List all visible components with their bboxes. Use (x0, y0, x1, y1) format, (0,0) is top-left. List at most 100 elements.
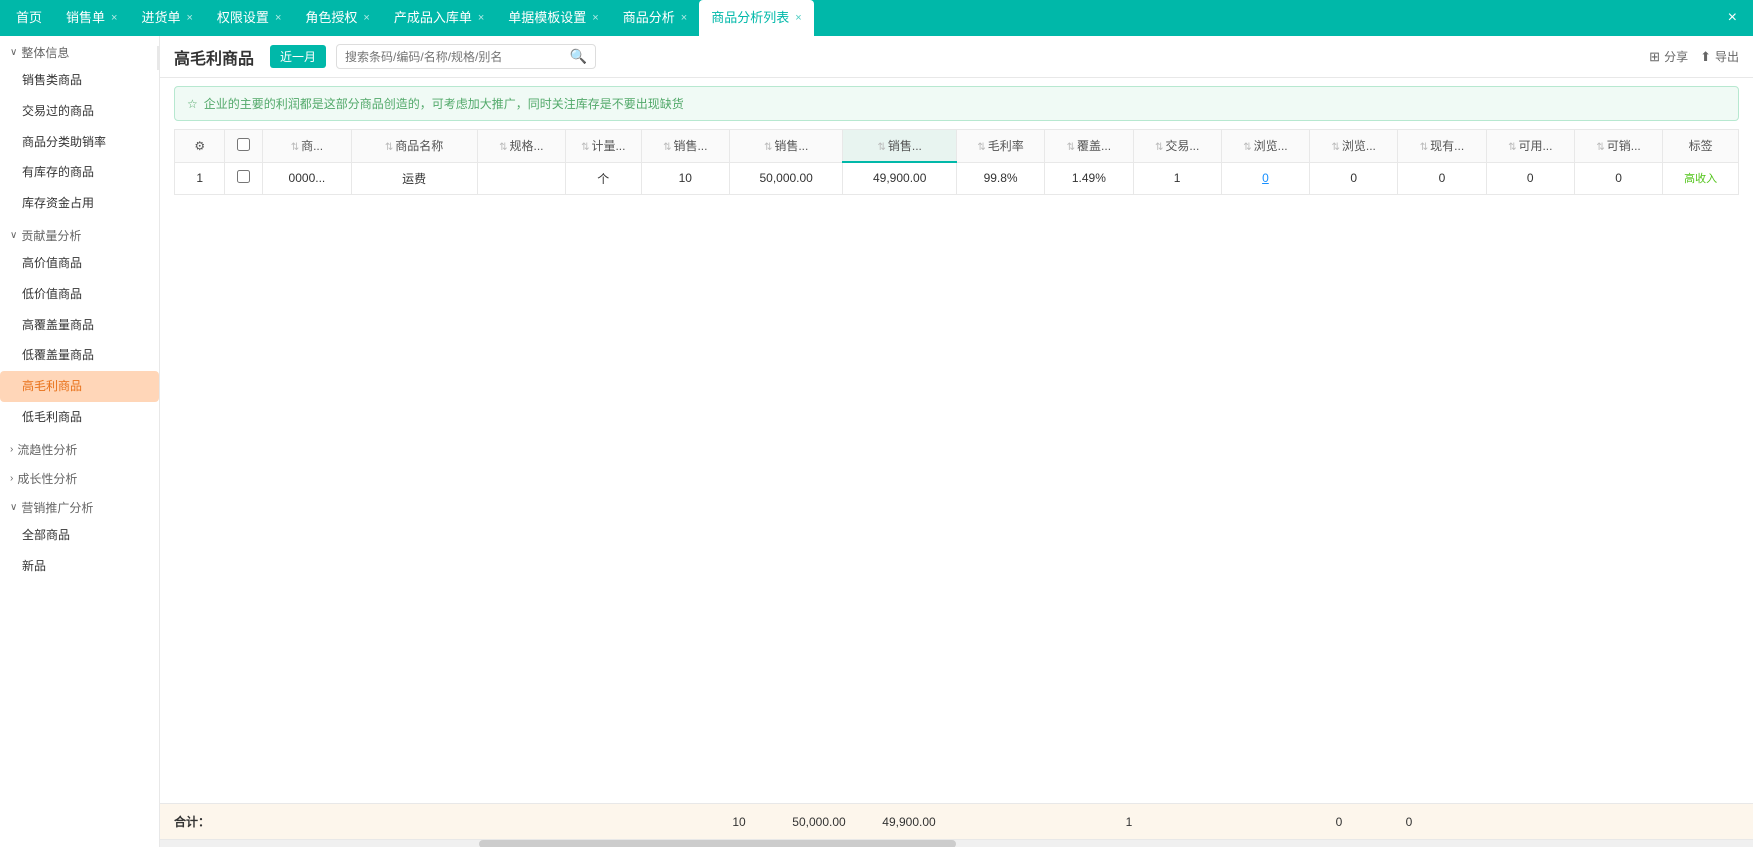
col-tag[interactable]: 标签 (1663, 130, 1739, 163)
nav-product-analysis-list[interactable]: 商品分析列表 × (699, 0, 813, 36)
close-role-auth-icon[interactable]: × (363, 0, 369, 36)
col-views1[interactable]: ⇅浏览... (1221, 130, 1309, 163)
col-current-stock[interactable]: ⇅现有... (1398, 130, 1486, 163)
sidebar-section-growth[interactable]: › 成长性分析 (0, 462, 159, 491)
row-checkbox[interactable] (225, 162, 263, 194)
row-tag: 高收入 (1663, 162, 1739, 194)
col-sales-qty[interactable]: ⇅销售... (641, 130, 729, 163)
row-sellable-stock: 0 (1574, 162, 1662, 194)
table-header-row: ⚙ ⇅商... ⇅商品名称 ⇅规格... (175, 130, 1739, 163)
close-bill-template-icon[interactable]: × (592, 0, 598, 36)
trend-section-arrow: › (10, 444, 13, 455)
footer-sales-qty: 10 (704, 815, 774, 829)
close-sales-order-icon[interactable]: × (111, 0, 117, 36)
row-index: 1 (175, 162, 225, 194)
info-banner: ☆ 企业的主要的利润都是这部分商品创造的，可考虑加大推广，同时关注库存是不要出现… (174, 86, 1739, 121)
col-unit[interactable]: ⇅计量... (565, 130, 641, 163)
sidebar-item-low-coverage-goods[interactable]: 低覆盖量商品 (0, 340, 159, 371)
row-sales-cost: 49,900.00 (843, 162, 957, 194)
sidebar-item-low-value-goods[interactable]: 低价值商品 (0, 279, 159, 310)
row-gross-rate: 99.8% (956, 162, 1044, 194)
share-button[interactable]: ⊞ 分享 (1649, 48, 1688, 65)
content-area: 高毛利商品 近一月 🔍 ⊞ 分享 ⬆ 导出 ☆ 企业的主要的利润都是这部分商品创… (160, 36, 1753, 847)
row-current-stock: 0 (1398, 162, 1486, 194)
sidebar-item-stock-capital[interactable]: 库存资金占用 (0, 188, 159, 219)
info-icon: ☆ (187, 97, 198, 111)
nav-role-auth[interactable]: 角色授权 × (293, 0, 381, 36)
col-name[interactable]: ⇅商品名称 (351, 130, 477, 163)
sidebar-section-trend[interactable]: › 流趋性分析 (0, 433, 159, 462)
sidebar-section-contribution[interactable]: ∨ 贡献量分析 (0, 219, 159, 248)
growth-section-arrow: › (10, 473, 13, 484)
nav-bill-template[interactable]: 单据模板设置 × (496, 0, 610, 36)
footer-current-stock: 0 (1304, 815, 1374, 829)
close-permission-icon[interactable]: × (275, 0, 281, 36)
col-gross-rate[interactable]: ⇅毛利率 (956, 130, 1044, 163)
close-finished-goods-icon[interactable]: × (478, 0, 484, 36)
table-row: 1 0000... 运费 个 10 50,000.00 49,900.00 99… (175, 162, 1739, 194)
search-input[interactable] (345, 50, 564, 64)
row-sales-amount: 50,000.00 (729, 162, 843, 194)
table-wrapper[interactable]: ⚙ ⇅商... ⇅商品名称 ⇅规格... (160, 129, 1753, 803)
period-button[interactable]: 近一月 (270, 45, 326, 68)
col-sales-cost[interactable]: ⇅销售... (843, 130, 957, 163)
col-code[interactable]: ⇅商... (263, 130, 351, 163)
close-product-analysis-list-icon[interactable]: × (795, 0, 801, 36)
row-unit: 个 (565, 162, 641, 194)
col-sellable-stock[interactable]: ⇅可销... (1574, 130, 1662, 163)
col-transactions[interactable]: ⇅交易... (1133, 130, 1221, 163)
row-select-checkbox[interactable] (237, 170, 250, 183)
sidebar-item-high-margin-goods[interactable]: 高毛利商品 (0, 371, 159, 402)
select-all-checkbox[interactable] (237, 138, 250, 151)
row-available-stock: 0 (1486, 162, 1574, 194)
col-coverage[interactable]: ⇅覆盖... (1045, 130, 1133, 163)
nav-permission-settings[interactable]: 权限设置 × (205, 0, 293, 36)
header-actions: ⊞ 分享 ⬆ 导出 (1649, 48, 1739, 65)
col-sales-amount[interactable]: ⇅销售... (729, 130, 843, 163)
horizontal-scrollbar[interactable] (160, 839, 1753, 847)
nav-finished-goods[interactable]: 产成品入库单 × (382, 0, 496, 36)
col-available-stock[interactable]: ⇅可用... (1486, 130, 1574, 163)
sidebar-toggle-button[interactable]: « (157, 46, 160, 70)
sidebar-item-all-goods[interactable]: 全部商品 (0, 520, 159, 551)
nav-product-analysis[interactable]: 商品分析 × (611, 0, 699, 36)
overall-section-arrow: ∨ (10, 47, 17, 58)
footer-totals: 合计： 10 50,000.00 49,900.00 1 0 0 (160, 803, 1753, 839)
sidebar-section-marketing[interactable]: ∨ 营销推广分析 (0, 491, 159, 520)
row-name: 运费 (351, 162, 477, 194)
sidebar-item-high-value-goods[interactable]: 高价值商品 (0, 248, 159, 279)
close-product-analysis-icon[interactable]: × (681, 0, 687, 36)
sidebar-section-overall[interactable]: ∨ 整体信息 (0, 36, 159, 65)
sidebar-item-sales-goods[interactable]: 销售类商品 (0, 65, 159, 96)
col-views2[interactable]: ⇅浏览... (1310, 130, 1398, 163)
row-sales-qty: 10 (641, 162, 729, 194)
sidebar-item-in-stock-goods[interactable]: 有库存的商品 (0, 157, 159, 188)
col-spec[interactable]: ⇅规格... (477, 130, 565, 163)
row-spec (477, 162, 565, 194)
sidebar-item-category-assist-rate[interactable]: 商品分类助销率 (0, 127, 159, 158)
export-button[interactable]: ⬆ 导出 (1700, 48, 1739, 65)
row-views1[interactable]: 0 (1221, 162, 1309, 194)
col-settings[interactable]: ⚙ (175, 130, 225, 163)
nav-sales-order[interactable]: 销售单 × (54, 0, 129, 36)
close-window-button[interactable]: × (1716, 9, 1749, 27)
search-box: 🔍 (336, 44, 596, 69)
top-navigation: 首页 销售单 × 进货单 × 权限设置 × 角色授权 × 产成品入库单 × 单据… (0, 0, 1753, 36)
sidebar-item-new-goods[interactable]: 新品 (0, 551, 159, 582)
main-layout: « ∨ 整体信息 销售类商品 交易过的商品 商品分类助销率 有库存的商品 库存资… (0, 36, 1753, 847)
close-purchase-order-icon[interactable]: × (186, 0, 192, 36)
content-header: 高毛利商品 近一月 🔍 ⊞ 分享 ⬆ 导出 (160, 36, 1753, 78)
footer-label: 合计： (174, 813, 334, 830)
settings-icon[interactable]: ⚙ (194, 139, 205, 153)
sidebar-item-traded-goods[interactable]: 交易过的商品 (0, 96, 159, 127)
sidebar-item-high-coverage-goods[interactable]: 高覆盖量商品 (0, 310, 159, 341)
search-icon[interactable]: 🔍 (570, 48, 587, 65)
sidebar-item-low-margin-goods[interactable]: 低毛利商品 (0, 402, 159, 433)
footer-available-stock: 0 (1374, 815, 1444, 829)
row-coverage: 1.49% (1045, 162, 1133, 194)
col-checkbox[interactable] (225, 130, 263, 163)
nav-home[interactable]: 首页 (4, 0, 54, 36)
scrollbar-thumb[interactable] (479, 840, 957, 847)
contribution-section-arrow: ∨ (10, 230, 17, 241)
nav-purchase-order[interactable]: 进货单 × (129, 0, 204, 36)
